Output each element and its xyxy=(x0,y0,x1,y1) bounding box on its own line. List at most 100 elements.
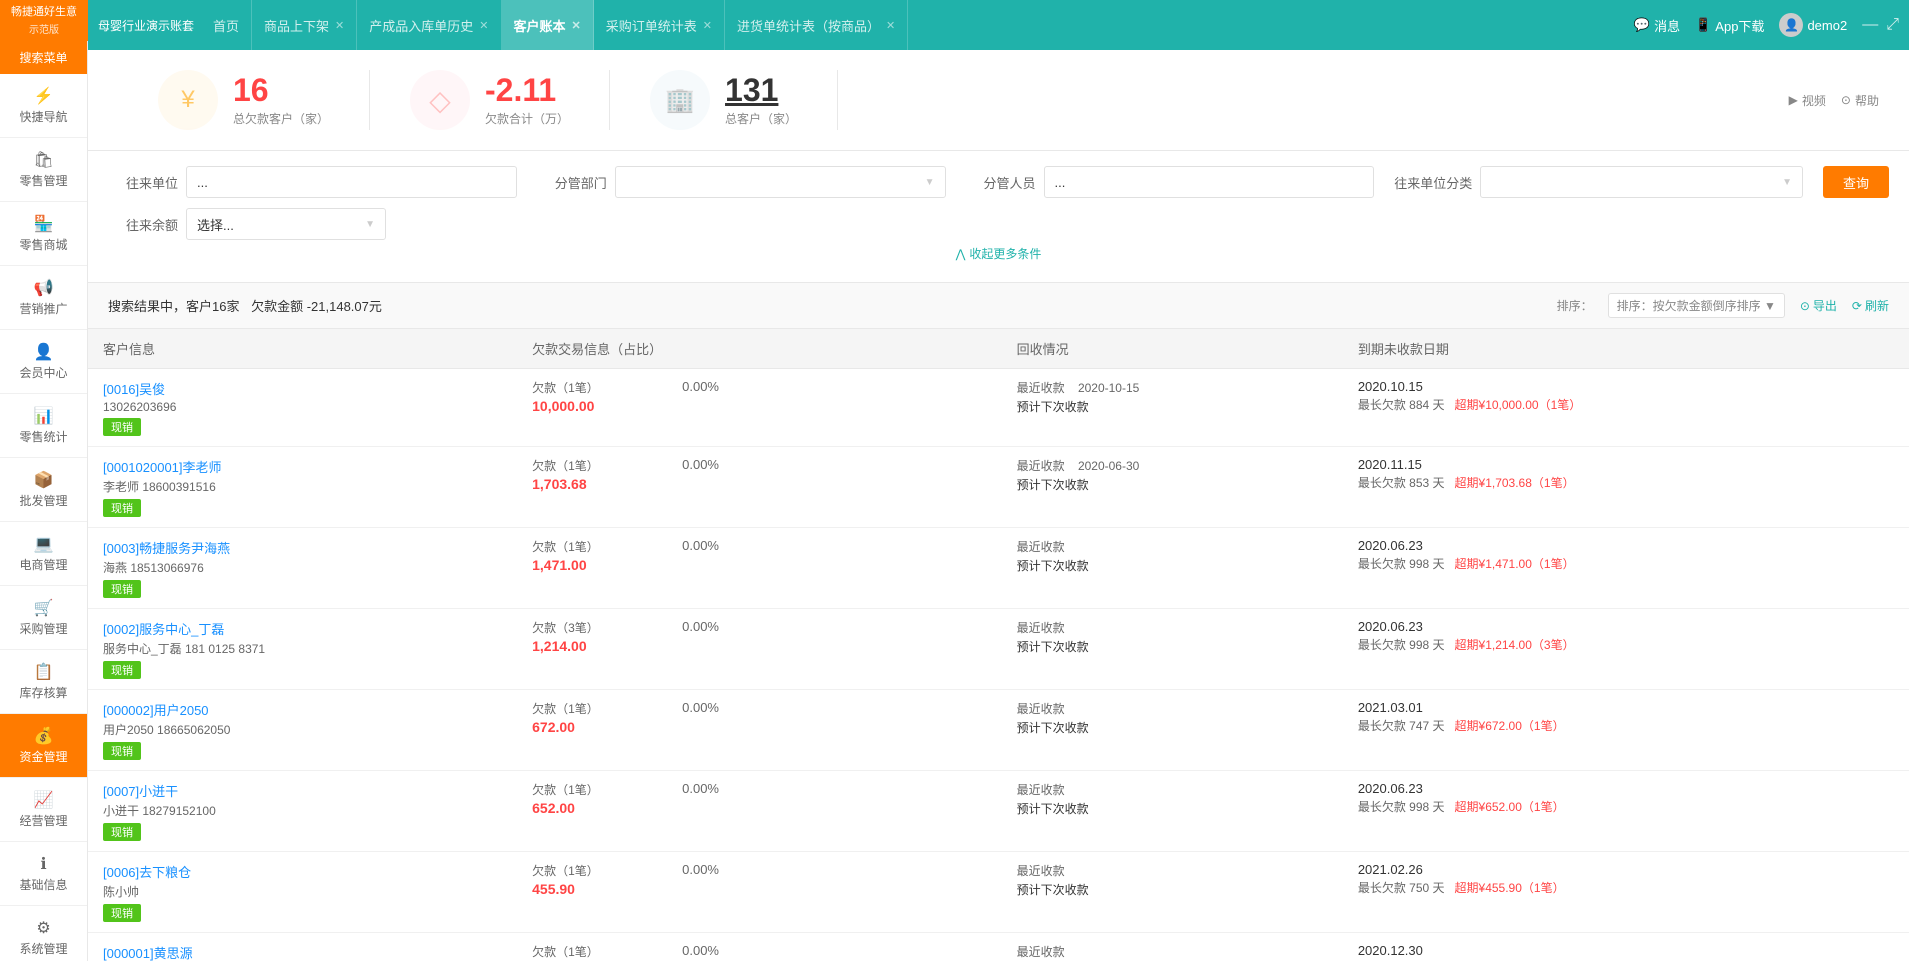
collapse-filter-btn[interactable]: ⋀ 收起更多条件 xyxy=(108,240,1889,267)
tab-close-production-history[interactable]: ✕ xyxy=(479,19,488,32)
overdue-amount-link-4[interactable]: 超期¥1,214.00（3笔） xyxy=(1455,638,1575,652)
overdue-amount-link-6[interactable]: 超期¥652.00（1笔） xyxy=(1455,800,1565,814)
debt-amount-2[interactable]: 1,703.68 xyxy=(532,476,652,492)
results-actions: 排序： 排序：按欠款金额倒序排序 ▼ ⊙ 导出 ⟳ 刷新 xyxy=(1557,293,1889,318)
sidebar-item-inventory[interactable]: 📋库存核算 xyxy=(0,650,87,714)
export-btn[interactable]: ⊙ 导出 xyxy=(1800,297,1837,314)
sidebar-item-marketing[interactable]: 📢营销推广 xyxy=(0,266,87,330)
balance-select[interactable]: 选择... ▼ xyxy=(186,208,386,240)
customer-name-link-7[interactable]: [0006]去下粮仓 xyxy=(103,862,502,881)
query-button[interactable]: 查询 xyxy=(1823,166,1889,198)
tab-production-history[interactable]: 产成品入库单历史 ✕ xyxy=(357,0,501,50)
sidebar-item-retail-mgmt[interactable]: 🛍零售管理 xyxy=(0,138,87,202)
table-row: [0003]畅捷服务尹海燕 海燕 18513066976 现销 欠款（1笔） 1… xyxy=(88,528,1909,609)
cell-recover-5: 最近收款 预计下次收款 xyxy=(1002,690,1343,771)
customer-name-link-3[interactable]: [0003]畅捷服务尹海燕 xyxy=(103,538,502,557)
debt-amount-4[interactable]: 1,214.00 xyxy=(532,638,652,654)
debt-text: 欠款金额 -21,148.07元 xyxy=(251,299,382,314)
sort-label: 排序： xyxy=(1557,297,1593,314)
debt-main-2: 欠款（1笔） 1,703.68 xyxy=(532,457,652,492)
sidebar-item-batch-mgmt[interactable]: 📦批发管理 xyxy=(0,458,87,522)
sort-select[interactable]: 排序：按欠款金额倒序排序 ▼ xyxy=(1608,293,1785,318)
message-btn[interactable]: 💬 消息 xyxy=(1634,16,1680,35)
customer-name-link-1[interactable]: [0016]吴俊 xyxy=(103,379,502,398)
person-input[interactable]: ... xyxy=(1044,166,1375,198)
col-overdue-date: 到期未收款日期 xyxy=(1343,329,1909,369)
balance-arrow-icon: ▼ xyxy=(365,219,375,230)
sidebar-item-purchase[interactable]: 🛒采购管理 xyxy=(0,586,87,650)
tab-import-stats[interactable]: 进货单统计表（按商品）✕ xyxy=(725,0,908,50)
debt-amount-1[interactable]: 10,000.00 xyxy=(532,398,652,414)
sidebar-item-system[interactable]: ⚙系统管理 xyxy=(0,906,87,961)
next-collect-1: 预计下次收款 xyxy=(1017,398,1328,415)
debt-info-3: 欠款（1笔） 1,471.00 0.00% xyxy=(532,538,986,573)
debt-amount-3[interactable]: 1,471.00 xyxy=(532,557,652,573)
customer-name-link-6[interactable]: [0007]小迸干 xyxy=(103,781,502,800)
summary-text: 搜索结果中，客户16家 xyxy=(108,299,239,314)
overdue-days-3: 最长欠款 998 天 超期¥1,471.00（1笔） xyxy=(1358,555,1894,572)
customer-name-link-8[interactable]: [000001]黄思源 xyxy=(103,943,502,961)
balance-label: 往来余额 xyxy=(108,215,178,234)
customer-name-link-4[interactable]: [0002]服务中心_丁磊 xyxy=(103,619,502,638)
cell-recover-8: 最近收款 预计下次收款 xyxy=(1002,933,1343,961)
maximize-btn[interactable]: ⤢ xyxy=(1886,16,1899,34)
debt-amount-7[interactable]: 455.90 xyxy=(532,881,652,897)
stat-owed-customers-info: 16 总欠款客户（家） xyxy=(233,74,329,127)
debt-amount-5[interactable]: 672.00 xyxy=(532,719,652,735)
filter-person: 分管人员 ... xyxy=(966,166,1375,198)
overdue-date-6: 2020.06.23 xyxy=(1358,781,1894,796)
stat-icon-building: 🏢 xyxy=(650,70,710,130)
tab-products-off[interactable]: 商品上下架✕ xyxy=(252,0,357,50)
sidebar-item-ecommerce[interactable]: 💻电商管理 xyxy=(0,522,87,586)
user-avatar-btn[interactable]: 👤 demo2 xyxy=(1779,13,1847,37)
tab-purchase-stats[interactable]: 采购订单统计表 ✕ xyxy=(594,0,725,50)
overdue-amount-link-7[interactable]: 超期¥455.90（1笔） xyxy=(1455,881,1565,895)
tab-close-customer-account[interactable]: ✕ xyxy=(572,19,581,32)
tab-close-purchase-stats[interactable]: ✕ xyxy=(703,19,712,32)
sidebar-item-finance[interactable]: 💰资金管理 xyxy=(0,714,87,778)
tab-label-purchase-stats: 采购订单统计表 xyxy=(606,16,697,35)
unit-class-select[interactable]: ▼ xyxy=(1480,166,1803,198)
inventory-icon: 📋 xyxy=(5,662,82,682)
customer-badge-1: 现销 xyxy=(103,418,141,436)
debt-info-5: 欠款（1笔） 672.00 0.00% xyxy=(532,700,986,735)
sidebar-item-member-center[interactable]: 👤会员中心 xyxy=(0,330,87,394)
sidebar-item-quick-nav[interactable]: ⚡快捷导航 xyxy=(0,74,87,138)
tab-label-home: 首页 xyxy=(213,16,239,35)
results-text: 搜索结果中，客户16家 欠款金额 -21,148.07元 xyxy=(108,296,382,315)
cell-debt-2: 欠款（1笔） 1,703.68 0.00% xyxy=(517,447,1001,528)
dept-select[interactable]: ▼ xyxy=(615,166,946,198)
stat-total-label: 总客户（家） xyxy=(725,110,797,127)
sidebar-item-basic-info[interactable]: ℹ基础信息 xyxy=(0,842,87,906)
customer-name-link-2[interactable]: [0001020001]李老师 xyxy=(103,457,502,476)
tab-label-production-history: 产成品入库单历史 xyxy=(369,16,473,35)
retail-mall-icon: 🏪 xyxy=(5,214,82,234)
debt-amount-6[interactable]: 652.00 xyxy=(532,800,652,816)
help-btn[interactable]: ⊙ 帮助 xyxy=(1841,92,1879,109)
tab-customer-account[interactable]: 客户账本✕ xyxy=(502,0,594,50)
tab-home[interactable]: 首页 xyxy=(201,0,252,50)
sidebar-item-retail-stats[interactable]: 📊零售统计 xyxy=(0,394,87,458)
tab-close-import-stats[interactable]: ✕ xyxy=(886,19,895,32)
customer-name-link-5[interactable]: [000002]用户2050 xyxy=(103,700,502,719)
sidebar-item-retail-mall[interactable]: 🏪零售商城 xyxy=(0,202,87,266)
debt-count-3: 欠款（1笔） xyxy=(532,538,652,555)
cell-customer-5: [000002]用户2050 用户2050 18665062050 现销 xyxy=(88,690,517,771)
minimize-btn[interactable]: — xyxy=(1862,16,1878,34)
stat-total-value[interactable]: 131 xyxy=(725,74,797,106)
app-download-btn[interactable]: 📱 App下载 xyxy=(1695,16,1764,35)
overdue-amount-link-1[interactable]: 超期¥10,000.00（1笔） xyxy=(1455,398,1582,412)
overdue-amount-link-3[interactable]: 超期¥1,471.00（1笔） xyxy=(1455,557,1575,571)
overdue-amount-link-5[interactable]: 超期¥672.00（1笔） xyxy=(1455,719,1565,733)
debt-main-8: 欠款（1笔） 429.00 xyxy=(532,943,652,961)
overdue-amount-link-2[interactable]: 超期¥1,703.68（1笔） xyxy=(1455,476,1575,490)
export-icon: ⊙ xyxy=(1800,299,1810,313)
cell-recover-7: 最近收款 预计下次收款 xyxy=(1002,852,1343,933)
from-unit-input[interactable]: ... xyxy=(186,166,517,198)
sidebar-item-operations[interactable]: 📈经营管理 xyxy=(0,778,87,842)
view-video-btn[interactable]: ▶ 视频 xyxy=(1789,92,1826,109)
search-menu-btn[interactable]: 搜索菜单 xyxy=(0,41,87,74)
refresh-btn[interactable]: ⟳ 刷新 xyxy=(1852,297,1889,314)
tab-close-products-off[interactable]: ✕ xyxy=(335,19,344,32)
header-right: 💬 消息 📱 App下载 👤 demo2 — ⤢ xyxy=(1634,13,1899,37)
